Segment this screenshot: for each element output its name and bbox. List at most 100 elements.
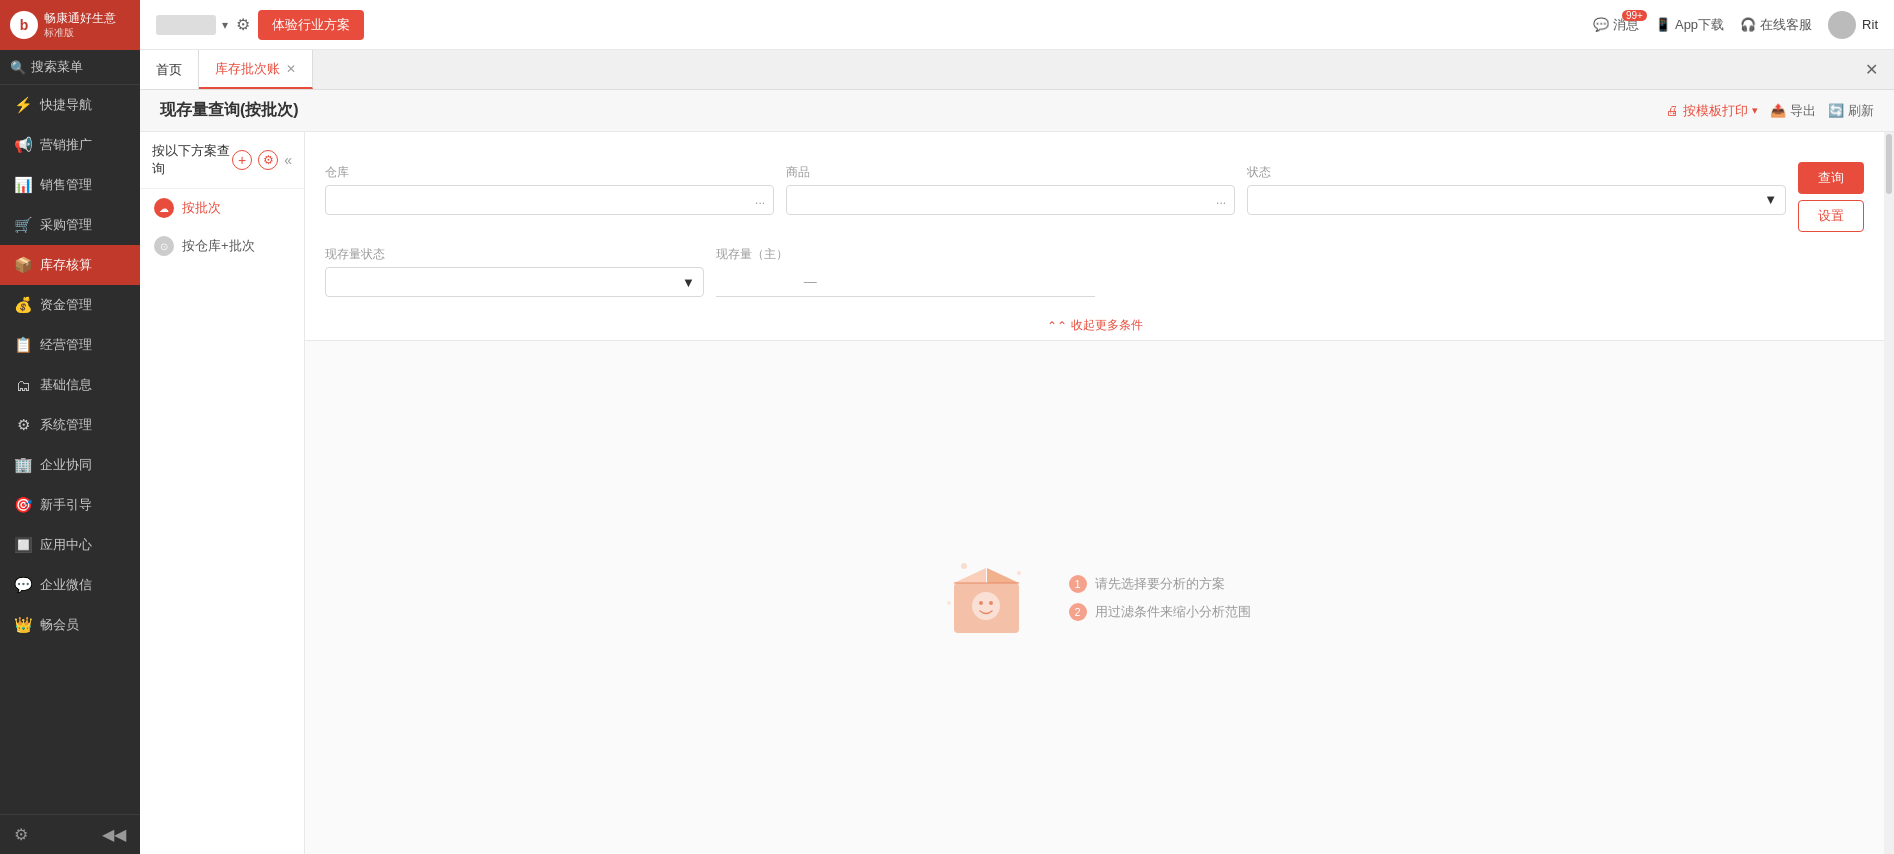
left-panel-header: 按以下方案查询 + ⚙ « xyxy=(140,132,304,189)
sidebar-nav: ⚡ 快捷导航 📢 营销推广 📊 销售管理 🛒 采购管理 📦 库存核算 💰 资金管… xyxy=(0,85,140,814)
add-scheme-button[interactable]: + xyxy=(232,150,252,170)
inventory-icon: 📦 xyxy=(14,256,32,274)
sidebar-item-shortcut[interactable]: ⚡ 快捷导航 xyxy=(0,85,140,125)
stock-quantity-from[interactable] xyxy=(716,274,796,289)
svg-point-5 xyxy=(979,601,983,605)
user-profile[interactable]: Rit xyxy=(1828,11,1878,39)
sidebar-item-purchase[interactable]: 🛒 采购管理 xyxy=(0,205,140,245)
scheme-by-warehouse-batch[interactable]: ⊙ 按仓库+批次 xyxy=(140,227,304,265)
refresh-icon: 🔄 xyxy=(1828,103,1844,118)
stock-status-select[interactable]: ▼ xyxy=(325,267,704,297)
svg-point-6 xyxy=(989,601,993,605)
main-area: ▾ ⚙ 体验行业方案 💬 消息 99+ 📱 App下载 🎧 在线客服 Rit xyxy=(140,0,1894,854)
stock-quantity-to[interactable] xyxy=(825,274,905,289)
page-title: 现存量查询(按批次) xyxy=(160,100,299,121)
left-panel: 按以下方案查询 + ⚙ « ☁ 按批次 ⊙ xyxy=(140,132,305,854)
collapse-panel-button[interactable]: « xyxy=(284,152,292,168)
scheme-icon-warehouse-batch: ⊙ xyxy=(154,236,174,256)
page-header: 现存量查询(按批次) 🖨 按模板打印 ▾ 📤 导出 🔄 刷新 xyxy=(140,90,1894,132)
status-filter: 状态 ▼ xyxy=(1247,164,1786,215)
service-icon: 🎧 xyxy=(1740,17,1756,32)
topbar: ▾ ⚙ 体验行业方案 💬 消息 99+ 📱 App下载 🎧 在线客服 Rit xyxy=(140,0,1894,50)
goods-filter: 商品 ... xyxy=(786,164,1235,215)
sidebar-item-guide[interactable]: 🎯 新手引导 xyxy=(0,485,140,525)
sidebar-item-wechat[interactable]: 💬 企业微信 xyxy=(0,565,140,605)
finance-icon: 💰 xyxy=(14,296,32,314)
stock-status-filter: 现存量状态 ▼ xyxy=(325,246,704,297)
wechat-icon: 💬 xyxy=(14,576,32,594)
status-chevron-icon: ▼ xyxy=(1764,192,1777,207)
scheme-settings-button[interactable]: ⚙ xyxy=(258,150,278,170)
print-chevron-icon: ▾ xyxy=(1752,104,1758,117)
sidebar-search-area[interactable]: 🔍 搜索菜单 xyxy=(0,50,140,85)
topbar-gear-icon[interactable]: ⚙ xyxy=(236,15,250,34)
print-icon: 🖨 xyxy=(1666,103,1679,118)
goods-input[interactable]: ... xyxy=(786,185,1235,215)
query-button[interactable]: 查询 xyxy=(1798,162,1864,194)
empty-step-2: 2 用过滤条件来缩小分析范围 xyxy=(1069,603,1251,621)
sidebar-item-enterprise[interactable]: 🏢 企业协同 xyxy=(0,445,140,485)
export-button[interactable]: 📤 导出 xyxy=(1770,102,1816,120)
right-scrollbar[interactable] xyxy=(1884,132,1894,854)
user-area: ▾ xyxy=(156,15,228,35)
filter-area: 仓库 ... 商品 ... xyxy=(305,132,1884,341)
marketing-icon: 📢 xyxy=(14,136,32,154)
messages-badge: 99+ xyxy=(1622,10,1647,21)
sidebar-item-system[interactable]: ⚙ 系统管理 xyxy=(0,405,140,445)
scrollbar-thumb xyxy=(1886,134,1892,194)
empty-text-area: 1 请先选择要分析的方案 2 用过滤条件来缩小分析范围 xyxy=(1069,575,1251,621)
tab-close-icon[interactable]: ✕ xyxy=(286,62,296,76)
messages-action[interactable]: 💬 消息 99+ xyxy=(1593,16,1639,34)
basic-icon: 🗂 xyxy=(14,376,32,394)
sidebar-item-finance[interactable]: 💰 资金管理 xyxy=(0,285,140,325)
step-2-circle: 2 xyxy=(1069,603,1087,621)
sales-icon: 📊 xyxy=(14,176,32,194)
sidebar-item-inventory[interactable]: 📦 库存核算 xyxy=(0,245,140,285)
sidebar-footer: ⚙ ◀◀ xyxy=(0,814,140,854)
tab-batch-account[interactable]: 库存批次账 ✕ xyxy=(199,50,313,89)
app-title: 畅康通好生意 标准版 xyxy=(44,10,116,41)
left-panel-actions: + ⚙ « xyxy=(232,150,292,170)
print-template-button[interactable]: 🖨 按模板打印 ▾ xyxy=(1666,102,1758,120)
user-name-label: Rit xyxy=(1862,17,1878,32)
search-menu-button[interactable]: 🔍 搜索菜单 xyxy=(10,58,130,76)
warehouse-more-btn[interactable]: ... xyxy=(755,193,765,207)
user-chevron-icon[interactable]: ▾ xyxy=(222,18,228,32)
user-avatar xyxy=(1828,11,1856,39)
message-icon: 💬 xyxy=(1593,17,1609,32)
online-service-action[interactable]: 🎧 在线客服 xyxy=(1740,16,1812,34)
experience-button[interactable]: 体验行业方案 xyxy=(258,10,364,40)
refresh-button[interactable]: 🔄 刷新 xyxy=(1828,102,1874,120)
sidebar-item-operation[interactable]: 📋 经营管理 xyxy=(0,325,140,365)
sidebar-item-member[interactable]: 👑 畅会员 xyxy=(0,605,140,645)
member-icon: 👑 xyxy=(14,616,32,634)
empty-illustration xyxy=(939,548,1039,648)
settings-footer-icon[interactable]: ⚙ xyxy=(14,825,28,844)
scheme-icon-batch: ☁ xyxy=(154,198,174,218)
step-1-circle: 1 xyxy=(1069,575,1087,593)
sidebar-item-sales[interactable]: 📊 销售管理 xyxy=(0,165,140,205)
stock-status-chevron-icon: ▼ xyxy=(682,275,695,290)
empty-state: 1 请先选择要分析的方案 2 用过滤条件来缩小分析范围 xyxy=(305,341,1884,854)
collapse-sidebar-icon[interactable]: ◀◀ xyxy=(102,825,126,844)
settings-button[interactable]: 设置 xyxy=(1798,200,1864,232)
tab-home[interactable]: 首页 xyxy=(140,50,199,89)
sidebar-item-apps[interactable]: 🔲 应用中心 xyxy=(0,525,140,565)
guide-icon: 🎯 xyxy=(14,496,32,514)
scheme-by-batch[interactable]: ☁ 按批次 xyxy=(140,189,304,227)
app-download-action[interactable]: 📱 App下载 xyxy=(1655,16,1724,34)
page-close-button[interactable]: ✕ xyxy=(1849,60,1894,79)
action-buttons: 查询 设置 xyxy=(1798,162,1864,232)
system-icon: ⚙ xyxy=(14,416,32,434)
warehouse-input[interactable]: ... xyxy=(325,185,774,215)
sidebar-item-basic[interactable]: 🗂 基础信息 xyxy=(0,365,140,405)
collapse-up-icon: ⌃⌃ xyxy=(1047,319,1067,333)
content-area: 现存量查询(按批次) 🖨 按模板打印 ▾ 📤 导出 🔄 刷新 xyxy=(140,90,1894,854)
apps-icon: 🔲 xyxy=(14,536,32,554)
goods-more-btn[interactable]: ... xyxy=(1216,193,1226,207)
status-select[interactable]: ▼ xyxy=(1247,185,1786,215)
sidebar-item-marketing[interactable]: 📢 营销推广 xyxy=(0,125,140,165)
topbar-left: ▾ ⚙ 体验行业方案 xyxy=(156,10,1583,40)
svg-marker-1 xyxy=(954,568,986,583)
collapse-more-button[interactable]: ⌃⌃ 收起更多条件 xyxy=(325,311,1864,340)
